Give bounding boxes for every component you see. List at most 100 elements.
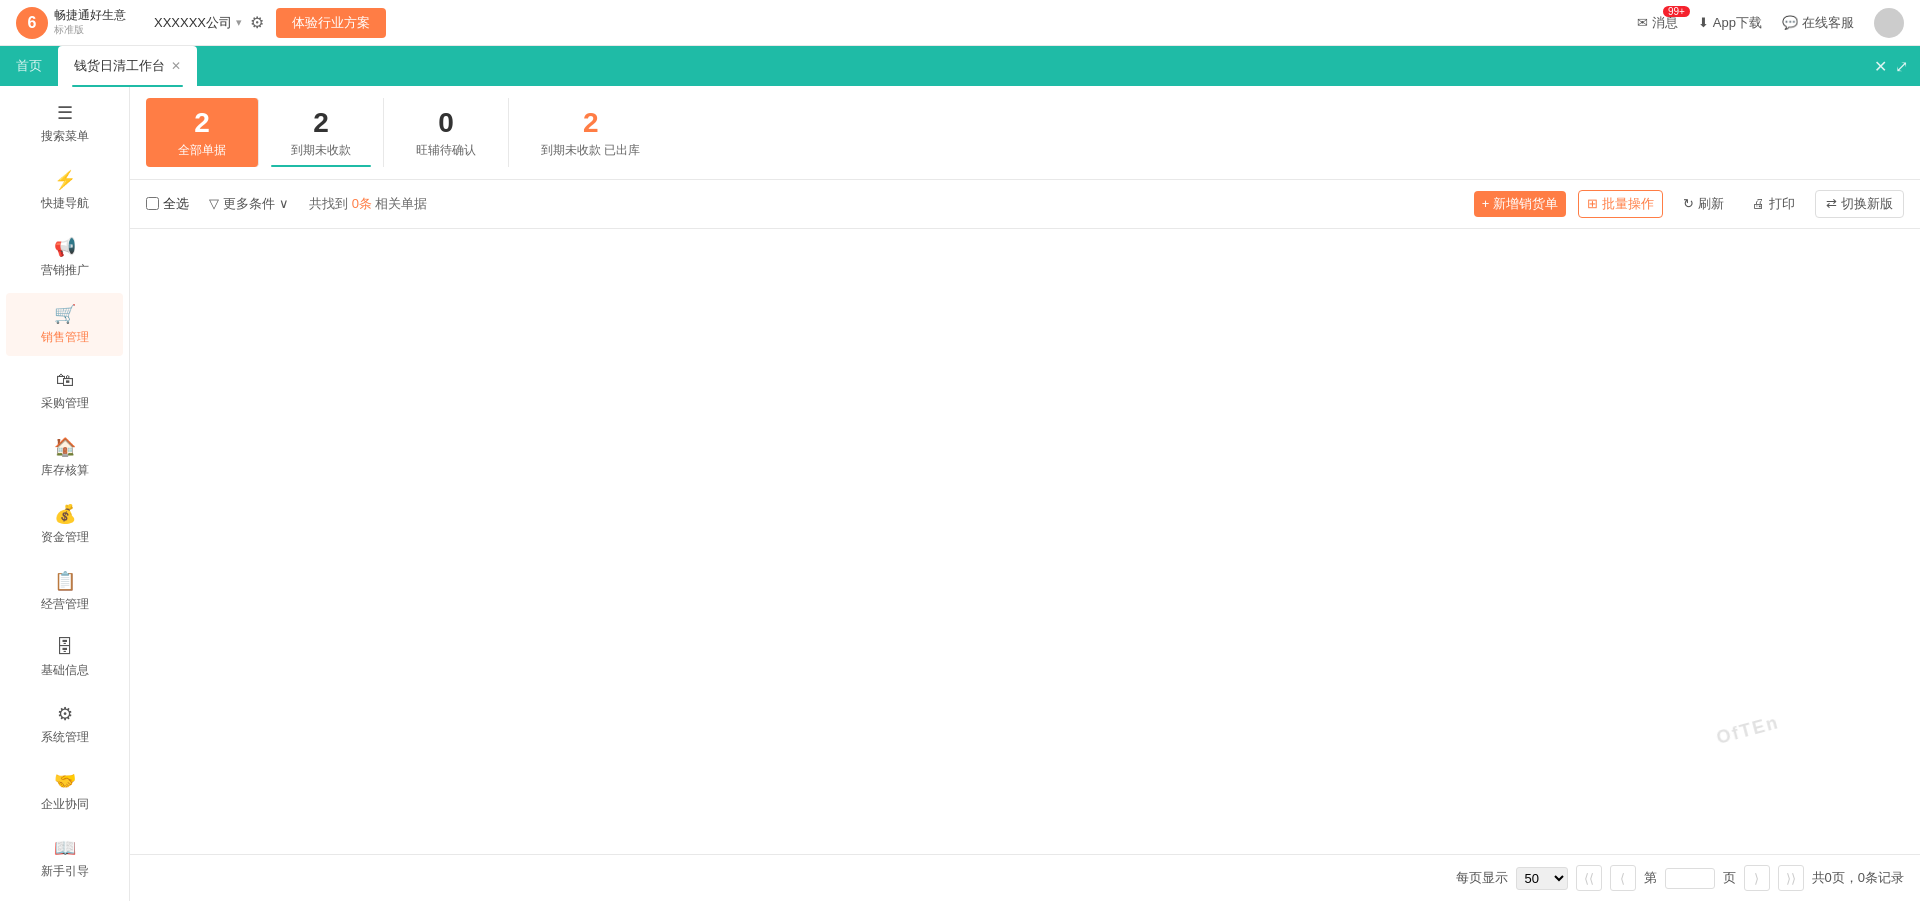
print-icon: 🖨 xyxy=(1752,196,1765,211)
chevron-down-icon: ▾ xyxy=(236,16,242,29)
total-label: 共0页，0条记录 xyxy=(1812,869,1904,887)
toolbar-left: 全选 ▽ 更多条件 ∨ 共找到 0条 相关单据 xyxy=(146,191,1462,217)
summary-card-shipped[interactable]: 2 到期未收款 已出库 xyxy=(509,98,672,167)
app-download-label: App下载 xyxy=(1713,14,1762,32)
page-label: 第 xyxy=(1644,869,1657,887)
switch-version-button[interactable]: ⇄ 切换新版 xyxy=(1815,190,1904,218)
refresh-icon: ↻ xyxy=(1683,196,1694,211)
first-page-button[interactable]: ⟨⟨ xyxy=(1576,865,1602,891)
sidebar-item-guide[interactable]: 📖 新手引导 xyxy=(6,827,123,890)
summary-num-all: 2 xyxy=(194,106,210,140)
switch-icon: ⇄ xyxy=(1826,196,1837,211)
per-page-select[interactable]: 50 100 200 xyxy=(1516,867,1568,890)
sidebar-item-inventory[interactable]: 🏠 库存核算 xyxy=(6,426,123,489)
page-suffix: 页 xyxy=(1723,869,1736,887)
tab-actions: ✕ ⤢ xyxy=(1874,57,1920,76)
found-prefix: 共找到 xyxy=(309,196,348,211)
sidebar-item-basics[interactable]: 🗄 基础信息 xyxy=(6,627,123,689)
online-service-label: 在线客服 xyxy=(1802,14,1854,32)
sidebar-item-purchase[interactable]: 🛍 采购管理 xyxy=(6,360,123,422)
trial-button[interactable]: 体验行业方案 xyxy=(276,8,386,38)
sidebar-label-marketing: 营销推广 xyxy=(41,262,89,279)
sidebar-item-enterprise[interactable]: 🤝 企业协同 xyxy=(6,760,123,823)
sidebar-item-search[interactable]: ☰ 搜索菜单 xyxy=(6,92,123,155)
sidebar-item-system[interactable]: ⚙ 系统管理 xyxy=(6,693,123,756)
maximize-icon[interactable]: ⤢ xyxy=(1895,57,1908,76)
sidebar-label-purchase: 采购管理 xyxy=(41,395,89,412)
summary-card-wangpu[interactable]: 0 旺辅待确认 xyxy=(384,98,509,167)
select-all-checkbox[interactable]: 全选 xyxy=(146,195,189,213)
sidebar-item-operations[interactable]: 📋 经营管理 xyxy=(6,560,123,623)
operations-icon: 📋 xyxy=(54,570,76,592)
refresh-button[interactable]: ↻ 刷新 xyxy=(1675,191,1732,217)
main-content: 2 全部单据 2 到期未收款 0 旺辅待确认 2 到期未收款 已出库 xyxy=(130,86,1920,901)
guide-icon: 📖 xyxy=(54,837,76,859)
settings-icon[interactable]: ⚙ xyxy=(250,13,264,32)
new-sales-button[interactable]: + 新增销货单 xyxy=(1474,191,1566,217)
logo-text-block: 畅捷通好生意 标准版 xyxy=(54,8,126,38)
switch-label: 切换新版 xyxy=(1841,195,1893,213)
sidebar-label-inventory: 库存核算 xyxy=(41,462,89,479)
enterprise-icon: 🤝 xyxy=(54,770,76,792)
tab-home-label: 首页 xyxy=(16,57,42,75)
found-text: 共找到 0条 相关单据 xyxy=(309,195,427,213)
next-page-button[interactable]: ⟩ xyxy=(1744,865,1770,891)
pagination-bar: 每页显示 50 100 200 ⟨⟨ ⟨ 第 1 页 ⟩ ⟩⟩ 共0页，0条记录 xyxy=(130,854,1920,901)
sidebar-label-finance: 资金管理 xyxy=(41,529,89,546)
toolbar-right: + 新增销货单 ⊞ 批量操作 ↻ 刷新 🖨 打印 ⇄ 切换新版 xyxy=(1474,190,1904,218)
summary-num-shipped: 2 xyxy=(583,106,599,140)
sidebar-item-sales[interactable]: 🛒 销售管理 xyxy=(6,293,123,356)
prev-page-button[interactable]: ⟨ xyxy=(1610,865,1636,891)
summary-card-overdue[interactable]: 2 到期未收款 xyxy=(259,98,384,167)
sidebar-label-system: 系统管理 xyxy=(41,729,89,746)
summary-num-wangpu: 0 xyxy=(438,106,454,140)
sidebar-item-apps[interactable]: 📱 应用中心 xyxy=(6,894,123,901)
finance-icon: 💰 xyxy=(54,503,76,525)
logo-sub: 标准版 xyxy=(54,23,126,37)
sidebar-label-search: 搜索菜单 xyxy=(41,128,89,145)
toolbar: 全选 ▽ 更多条件 ∨ 共找到 0条 相关单据 + 新增销货单 ⊞ 批量操作 xyxy=(130,180,1920,229)
service-icon: 💬 xyxy=(1782,15,1798,30)
close-window-icon[interactable]: ✕ xyxy=(1874,57,1887,76)
per-page-label: 每页显示 xyxy=(1456,869,1508,887)
last-page-button[interactable]: ⟩⟩ xyxy=(1778,865,1804,891)
select-all-input[interactable] xyxy=(146,197,159,210)
filter-label: 更多条件 xyxy=(223,195,275,213)
sidebar-item-marketing[interactable]: 📢 营销推广 xyxy=(6,226,123,289)
tab-home[interactable]: 首页 xyxy=(0,46,58,86)
basics-icon: 🗄 xyxy=(56,637,74,658)
sidebar-item-finance[interactable]: 💰 资金管理 xyxy=(6,493,123,556)
app-download-button[interactable]: ⬇ App下载 xyxy=(1698,14,1762,32)
sales-icon: 🛒 xyxy=(54,303,76,325)
avatar[interactable] xyxy=(1874,8,1904,38)
filter-button[interactable]: ▽ 更多条件 ∨ xyxy=(201,191,297,217)
summary-label-shipped: 到期未收款 已出库 xyxy=(541,142,640,159)
print-label: 打印 xyxy=(1769,195,1795,213)
sidebar-label-sales: 销售管理 xyxy=(41,329,89,346)
sidebar-label-quick-nav: 快捷导航 xyxy=(41,195,89,212)
company-selector[interactable]: XXXXXX公司 ▾ xyxy=(154,14,242,32)
select-all-label: 全选 xyxy=(163,195,189,213)
system-icon: ⚙ xyxy=(57,703,73,725)
summary-card-all[interactable]: 2 全部单据 xyxy=(146,98,259,167)
page-input[interactable]: 1 xyxy=(1665,868,1715,889)
messages-button[interactable]: ✉ 消息 99+ xyxy=(1637,14,1678,32)
batch-button[interactable]: ⊞ 批量操作 xyxy=(1578,190,1663,218)
summary-label-wangpu: 旺辅待确认 xyxy=(416,142,476,159)
sidebar-item-quick-nav[interactable]: ⚡ 快捷导航 xyxy=(6,159,123,222)
summary-num-overdue: 2 xyxy=(313,106,329,140)
messages-badge: 99+ xyxy=(1663,6,1690,17)
online-service-button[interactable]: 💬 在线客服 xyxy=(1782,14,1854,32)
tab-close-icon[interactable]: ✕ xyxy=(171,59,181,73)
message-icon: ✉ xyxy=(1637,15,1648,30)
summary-label-overdue: 到期未收款 xyxy=(291,142,351,159)
summary-label-all: 全部单据 xyxy=(178,142,226,159)
print-button[interactable]: 🖨 打印 xyxy=(1744,191,1803,217)
sidebar-label-basics: 基础信息 xyxy=(41,662,89,679)
sidebar-label-enterprise: 企业协同 xyxy=(41,796,89,813)
logo-text: 畅捷通好生意 xyxy=(54,8,126,24)
filter-icon: ▽ xyxy=(209,196,219,211)
chevron-down-icon: ∨ xyxy=(279,196,289,211)
found-suffix: 相关单据 xyxy=(375,196,427,211)
tab-workbench[interactable]: 钱货日清工作台 ✕ xyxy=(58,46,197,86)
